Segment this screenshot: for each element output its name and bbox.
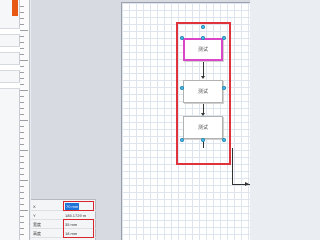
ruler-tick	[20, 156, 24, 157]
outer-connector-arrow-head	[245, 182, 249, 186]
ruler-tick	[20, 108, 24, 109]
ruler-tick	[20, 6, 24, 7]
resize-handle[interactable]	[180, 138, 184, 142]
prop-label: 宽度	[33, 222, 41, 227]
ruler-tick	[20, 180, 28, 181]
ruler-tick	[20, 18, 24, 19]
ruler-tick	[20, 150, 28, 151]
ruler-tick	[20, 90, 28, 91]
vertical-ruler[interactable]	[20, 0, 30, 240]
ruler-tick	[20, 168, 24, 169]
ruler-tick	[20, 186, 24, 187]
x-value-highlight	[63, 201, 94, 211]
ruler-tick	[20, 36, 24, 37]
ruler-tick	[20, 210, 28, 211]
resize-handle[interactable]	[222, 138, 226, 142]
resize-handle[interactable]	[201, 138, 205, 142]
ruler-tick	[20, 120, 28, 121]
ruler-tick	[20, 96, 24, 97]
ruler-tick	[20, 114, 24, 115]
ruler-tick	[20, 192, 24, 193]
prop-label: X	[33, 204, 36, 209]
ruler-tick	[20, 78, 24, 79]
shapes-pane[interactable]	[0, 0, 20, 240]
ruler-tick	[20, 198, 24, 199]
visio-window: 测试 测试 测试 X 70 mm Y 185.1729 m 宽度 35 mm 高…	[0, 0, 250, 240]
ruler-tick	[20, 24, 24, 25]
ruler-tick	[20, 132, 24, 133]
ruler-tick	[20, 144, 24, 145]
ruler-tick	[20, 216, 24, 217]
resize-handle[interactable]	[180, 86, 184, 90]
resize-handle[interactable]	[201, 36, 205, 40]
pane-accent	[12, 0, 18, 16]
pane-strip	[0, 46, 20, 53]
selection-highlight	[176, 22, 231, 165]
ruler-tick	[20, 84, 24, 85]
ruler-tick	[20, 60, 28, 61]
pane-strip	[0, 82, 20, 89]
ruler-tick	[20, 12, 24, 13]
rotation-handle[interactable]	[201, 25, 205, 29]
resize-handle[interactable]	[222, 86, 226, 90]
ruler-tick	[20, 126, 24, 127]
ruler-tick	[20, 30, 28, 31]
resize-handle[interactable]	[180, 36, 184, 40]
ruler-tick	[20, 174, 24, 175]
outer-connector-vertical[interactable]	[232, 148, 233, 184]
ruler-tick	[20, 54, 24, 55]
ruler-tick	[20, 102, 24, 103]
ruler-tick	[20, 72, 24, 73]
ruler-tick	[20, 234, 24, 235]
ruler-tick	[20, 222, 24, 223]
prop-label: Y	[33, 213, 36, 218]
ruler-tick	[20, 228, 24, 229]
ruler-tick	[20, 48, 24, 49]
resize-handle[interactable]	[222, 36, 226, 40]
size-values-highlight	[63, 219, 94, 238]
ruler-tick	[20, 204, 24, 205]
pane-strip	[0, 64, 20, 71]
prop-label: 高度	[33, 231, 41, 236]
ruler-tick	[20, 162, 24, 163]
ruler-tick	[20, 138, 24, 139]
ruler-tick	[20, 66, 24, 67]
pane-strip	[0, 28, 20, 35]
ruler-tick	[20, 42, 24, 43]
